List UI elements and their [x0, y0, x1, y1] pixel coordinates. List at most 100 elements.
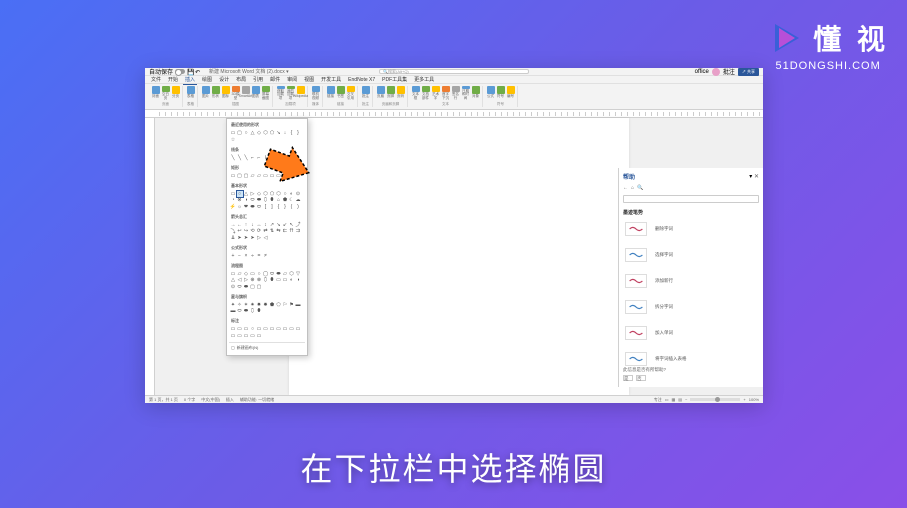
ribbon-形状[interactable]: 形状: [211, 86, 220, 100]
shape-item[interactable]: ⟲: [250, 228, 256, 234]
shape-item[interactable]: ↪: [243, 228, 249, 234]
sb-focus[interactable]: 专注: [654, 397, 662, 403]
shape-item[interactable]: ⬬: [256, 197, 262, 203]
shape-item[interactable]: ◑: [243, 197, 249, 203]
ribbon-批注[interactable]: 批注: [361, 86, 370, 100]
ribbon-交叉引用[interactable]: 交叉引用: [346, 86, 355, 100]
shape-item[interactable]: ☁: [295, 197, 301, 203]
shape-item[interactable]: ⬭: [256, 204, 262, 210]
help-gesture-item[interactable]: 将字词插入表格: [623, 350, 759, 368]
menu-EndNote X7[interactable]: EndNote X7: [346, 76, 377, 84]
shape-item[interactable]: ↖: [289, 222, 295, 228]
shape-item[interactable]: ◑: [295, 277, 301, 283]
menu-更多工具[interactable]: 更多工具: [412, 75, 436, 84]
shape-item[interactable]: ▢: [250, 284, 256, 290]
ribbon-书签[interactable]: 书签: [336, 86, 345, 100]
shape-item[interactable]: ⊗: [256, 277, 262, 283]
view-web-icon[interactable]: ▤: [678, 397, 682, 402]
help-search-icon[interactable]: 🔍: [637, 185, 643, 191]
sb-zoom[interactable]: 100%: [749, 397, 759, 402]
shape-item[interactable]: ▭: [237, 333, 243, 339]
shape-item[interactable]: ⌂: [276, 197, 282, 203]
shape-item[interactable]: ↘: [276, 222, 282, 228]
shape-item[interactable]: ↑: [243, 222, 249, 228]
shape-item[interactable]: ⬡: [263, 191, 269, 197]
ribbon-屏幕截图[interactable]: 屏幕截图: [261, 86, 270, 100]
vertical-ruler[interactable]: [145, 118, 155, 395]
sb-words[interactable]: 0 个字: [184, 397, 195, 403]
shape-item[interactable]: ⬡: [276, 191, 282, 197]
ribbon-对象[interactable]: 对象: [471, 86, 480, 100]
shape-item[interactable]: ▭: [243, 326, 249, 332]
shape-item[interactable]: ▷: [243, 277, 249, 283]
shape-item[interactable]: ⬭: [237, 284, 243, 290]
ribbon-艺术字[interactable]: 艺术字: [431, 86, 440, 100]
help-close-icon[interactable]: ✕: [754, 174, 759, 180]
shape-item[interactable]: ▭: [230, 326, 236, 332]
shape-item[interactable]: ➤: [250, 235, 256, 241]
page[interactable]: [289, 118, 629, 395]
shape-item[interactable]: △: [250, 130, 256, 136]
shape-item[interactable]: (: [289, 204, 295, 210]
shape-item[interactable]: }: [295, 130, 301, 136]
shape-item[interactable]: ▭: [250, 333, 256, 339]
shape-item[interactable]: ▱: [250, 173, 256, 179]
shape-item[interactable]: ▬: [295, 302, 301, 308]
shape-item[interactable]: ▢: [256, 284, 262, 290]
ribbon-表格[interactable]: 表格: [186, 86, 195, 100]
menu-绘图[interactable]: 绘图: [200, 75, 214, 84]
shape-item[interactable]: ]: [269, 204, 275, 210]
shape-item[interactable]: ⇄: [263, 228, 269, 234]
help-gesture-item[interactable]: 选择字词: [623, 246, 759, 264]
help-gesture-item[interactable]: 拆分字词: [623, 298, 759, 316]
shape-item[interactable]: ⚐: [282, 302, 288, 308]
ribbon-封面[interactable]: 封面: [151, 86, 160, 100]
shape-item[interactable]: ○: [282, 191, 288, 197]
ribbon-签名行[interactable]: 签名行: [451, 86, 460, 100]
shape-item[interactable]: ▭: [230, 191, 236, 197]
help-home-icon[interactable]: ⌂: [631, 185, 634, 191]
shape-item[interactable]: ×: [243, 253, 249, 259]
shape-item[interactable]: ╲: [237, 155, 243, 161]
menu-审阅[interactable]: 审阅: [285, 75, 299, 84]
shape-item[interactable]: ⊙: [230, 284, 236, 290]
shape-item[interactable]: ↔: [256, 222, 262, 228]
new-canvas-button[interactable]: ▢ 新建画布(N): [229, 342, 305, 353]
help-dropdown-icon[interactable]: ▾: [749, 174, 752, 180]
shape-item[interactable]: ⇅: [269, 228, 275, 234]
menu-引用[interactable]: 引用: [251, 75, 265, 84]
shape-item[interactable]: ⬭: [237, 308, 243, 314]
ribbon-文档部件[interactable]: 文档部件: [421, 86, 430, 100]
shape-item[interactable]: ☆: [230, 137, 236, 143]
shape-item[interactable]: ✸: [256, 302, 262, 308]
shape-item[interactable]: ↓: [250, 222, 256, 228]
menu-PDF工具集[interactable]: PDF工具集: [380, 75, 409, 84]
help-yes-button[interactable]: 是: [623, 375, 633, 381]
shape-item[interactable]: ⟳: [256, 228, 262, 234]
shape-item[interactable]: ▬: [230, 308, 236, 314]
shape-item[interactable]: ▢: [237, 173, 243, 179]
ribbon-空白页[interactable]: 空白页: [161, 86, 170, 100]
shape-item[interactable]: ▭: [230, 130, 236, 136]
shape-item[interactable]: ↕: [263, 222, 269, 228]
shape-item[interactable]: ▽: [295, 271, 301, 277]
shape-item[interactable]: ✧: [237, 302, 243, 308]
shape-item[interactable]: =: [256, 253, 262, 259]
search-box[interactable]: 🔍 搜索(Alt+Q): [379, 69, 529, 74]
shape-item[interactable]: ◯: [263, 271, 269, 277]
ribbon-编号[interactable]: 编号: [506, 86, 515, 100]
shape-item[interactable]: ✷: [250, 302, 256, 308]
shape-item[interactable]: ▭: [256, 326, 262, 332]
shape-item[interactable]: ▭: [263, 326, 269, 332]
shape-item[interactable]: ○: [250, 326, 256, 332]
shape-item[interactable]: ▭: [276, 277, 282, 283]
zoom-out-icon[interactable]: −: [685, 397, 687, 402]
user-avatar[interactable]: [712, 68, 720, 76]
menu-邮件[interactable]: 邮件: [268, 75, 282, 84]
menu-插入[interactable]: 插入: [183, 75, 197, 85]
shape-item[interactable]: [: [263, 204, 269, 210]
shape-item[interactable]: ⬟: [282, 197, 288, 203]
shape-item[interactable]: {: [276, 204, 282, 210]
shape-item[interactable]: ▷: [256, 235, 262, 241]
ribbon-符号[interactable]: 符号: [496, 86, 505, 100]
